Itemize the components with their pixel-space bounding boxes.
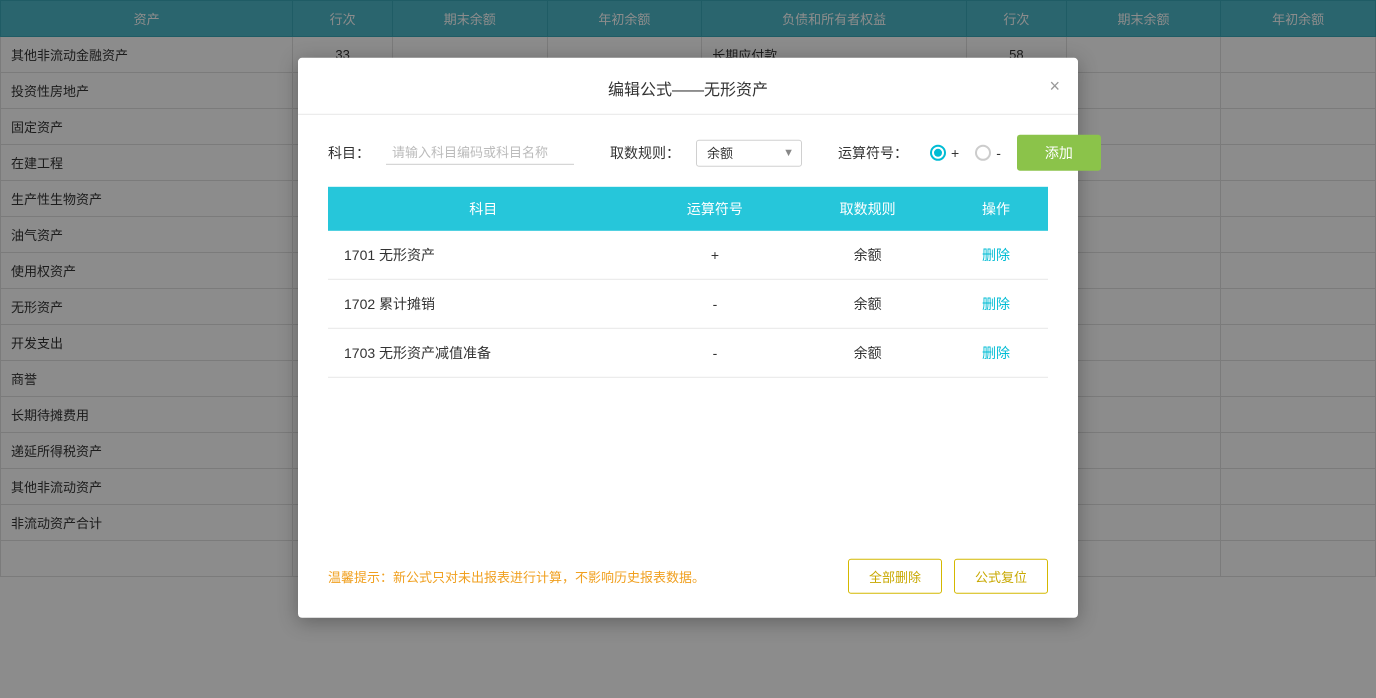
- add-button[interactable]: 添加: [1017, 135, 1101, 171]
- radio-unchecked-icon: [975, 145, 991, 161]
- op-minus-label: -: [996, 145, 1001, 161]
- table-row: 1702 累计摊销 - 余额 删除: [328, 279, 1048, 328]
- modal-footer: 温馨提示：新公式只对未出报表进行计算，不影响历史报表数据。 全部删除 公式复位: [298, 539, 1078, 618]
- table-row: 1703 无形资产减值准备 - 余额 删除: [328, 328, 1048, 377]
- op-cell: -: [639, 279, 792, 328]
- operator-radio-group: + -: [930, 145, 1001, 161]
- radio-checked-icon: [930, 145, 946, 161]
- op-cell: -: [639, 328, 792, 377]
- footer-hint: 温馨提示：新公式只对未出报表进行计算，不影响历史报表数据。: [328, 567, 705, 586]
- form-row: 科目： 取数规则： 余额 借方发生额 贷方发生额 ▼ 运算符号： + - 添加: [298, 115, 1078, 187]
- table-row: 1701 无形资产 + 余额 删除: [328, 231, 1048, 280]
- formula-table-wrapper: 科目 运算符号 取数规则 操作 1701 无形资产 + 余额 删除 1702 累…: [298, 187, 1078, 539]
- op-cell: +: [639, 231, 792, 280]
- op-plus-radio[interactable]: +: [930, 145, 959, 161]
- reset-formula-button[interactable]: 公式复位: [954, 559, 1048, 594]
- action-cell: 删除: [944, 231, 1048, 280]
- delete-button[interactable]: 删除: [982, 247, 1010, 263]
- op-minus-radio[interactable]: -: [975, 145, 1001, 161]
- rule-cell: 余额: [791, 279, 944, 328]
- subject-input[interactable]: [386, 141, 574, 165]
- rule-cell: 余额: [791, 328, 944, 377]
- subject-cell: 1701 无形资产: [328, 231, 639, 280]
- action-cell: 删除: [944, 279, 1048, 328]
- table-header-row: 科目 运算符号 取数规则 操作: [328, 187, 1048, 231]
- subject-cell: 1702 累计摊销: [328, 279, 639, 328]
- rule-cell: 余额: [791, 231, 944, 280]
- op-label: 运算符号：: [838, 143, 908, 163]
- delete-all-button[interactable]: 全部删除: [848, 559, 942, 594]
- modal-header: 编辑公式——无形资产 ×: [298, 58, 1078, 115]
- delete-button[interactable]: 删除: [982, 345, 1010, 361]
- subject-label: 科目：: [328, 143, 370, 163]
- col-header-rule: 取数规则: [791, 187, 944, 231]
- edit-formula-modal: 编辑公式——无形资产 × 科目： 取数规则： 余额 借方发生额 贷方发生额 ▼ …: [298, 58, 1078, 618]
- rule-select-wrapper: 余额 借方发生额 贷方发生额 ▼: [696, 139, 802, 166]
- delete-button[interactable]: 删除: [982, 296, 1010, 312]
- action-cell: 删除: [944, 328, 1048, 377]
- rule-label: 取数规则：: [610, 143, 680, 163]
- col-header-subject: 科目: [328, 187, 639, 231]
- rule-select[interactable]: 余额 借方发生额 贷方发生额: [696, 139, 802, 166]
- formula-table: 科目 运算符号 取数规则 操作 1701 无形资产 + 余额 删除 1702 累…: [328, 187, 1048, 378]
- op-plus-label: +: [951, 145, 959, 161]
- col-header-action: 操作: [944, 187, 1048, 231]
- close-icon[interactable]: ×: [1049, 77, 1060, 95]
- subject-cell: 1703 无形资产减值准备: [328, 328, 639, 377]
- col-header-op: 运算符号: [639, 187, 792, 231]
- footer-buttons: 全部删除 公式复位: [848, 559, 1048, 594]
- modal-title: 编辑公式——无形资产: [608, 76, 768, 100]
